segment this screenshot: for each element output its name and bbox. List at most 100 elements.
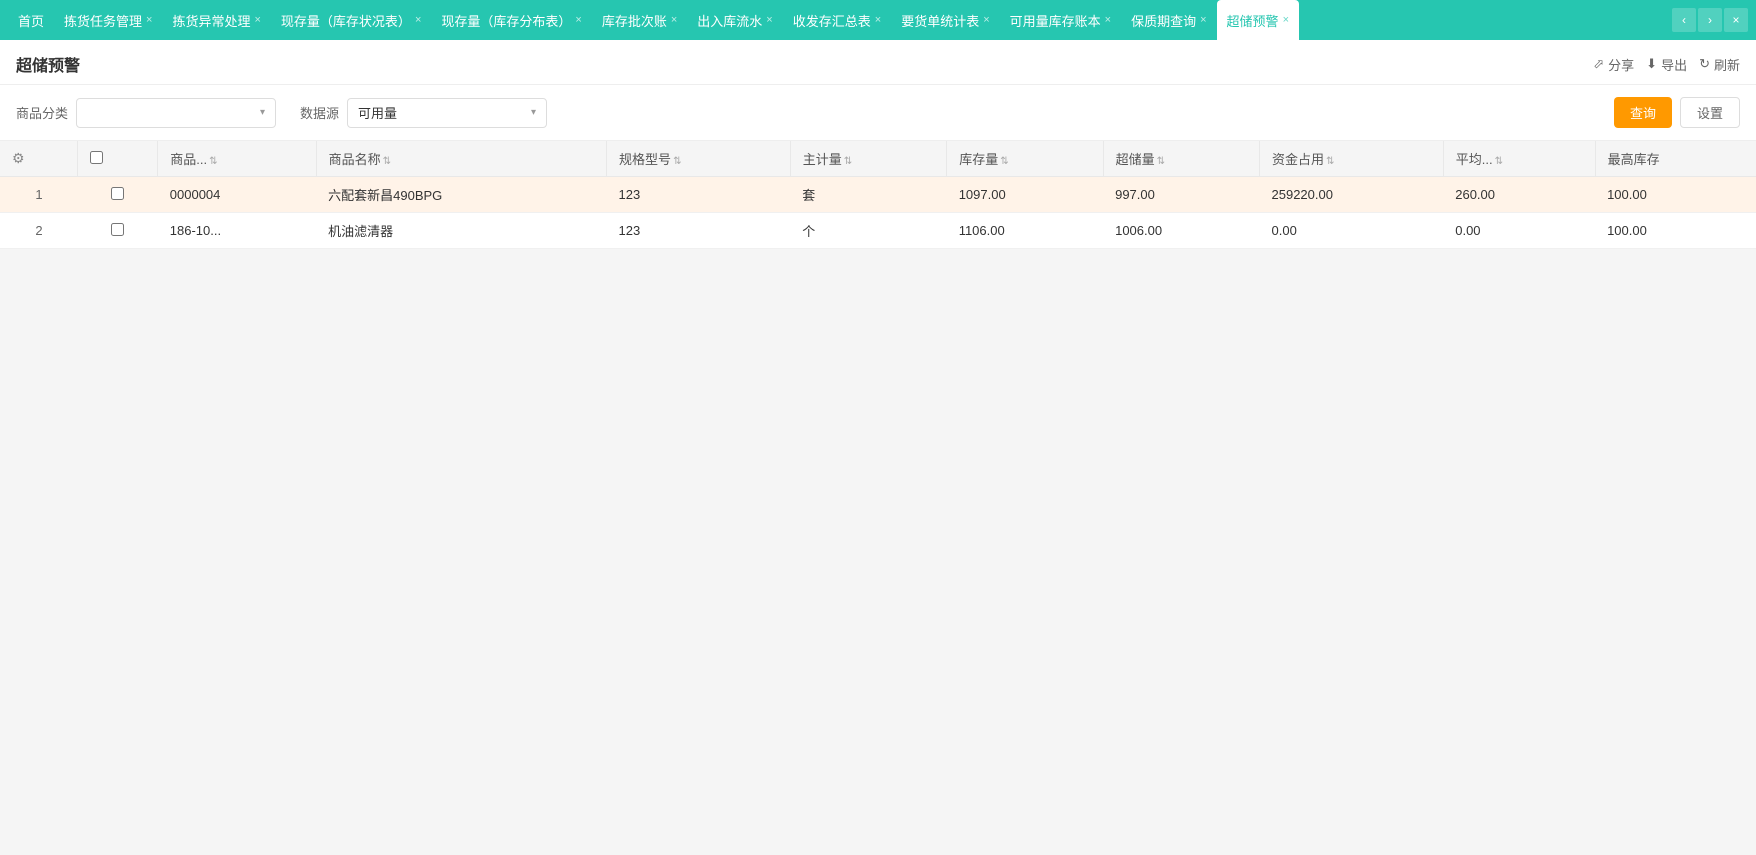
row-checkbox-cell[interactable] bbox=[78, 213, 158, 249]
close-icon[interactable]: × bbox=[766, 14, 772, 26]
datasource-select-value: 可用量 bbox=[358, 103, 397, 122]
nav-stock-dist[interactable]: 现存量（库存分布表） × bbox=[431, 0, 591, 40]
cell-product-name: 六配套新昌490BPG bbox=[316, 177, 606, 213]
col-unit[interactable]: 主计量⇅ bbox=[790, 141, 946, 177]
nav-batch-account[interactable]: 库存批次账 × bbox=[592, 0, 687, 40]
col-settings[interactable]: ⚙ bbox=[0, 141, 78, 177]
close-icon[interactable]: × bbox=[1105, 14, 1111, 26]
nav-available-account[interactable]: 可用量库存账本 × bbox=[1000, 0, 1121, 40]
query-button[interactable]: 查询 bbox=[1614, 97, 1672, 128]
col-product-code[interactable]: 商品...⇅ bbox=[158, 141, 316, 177]
nav-stock-status[interactable]: 现存量（库存状况表） × bbox=[271, 0, 431, 40]
cell-unit: 个 bbox=[790, 213, 946, 249]
sort-icon: ⇅ bbox=[673, 156, 681, 167]
table-header-row: ⚙ 商品...⇅ 商品名称⇅ 规格型号⇅ 主计量⇅ 库存量⇅ 超储量⇅ 资金占用… bbox=[0, 141, 1756, 177]
gear-icon: ⚙ bbox=[12, 150, 25, 166]
col-checkbox bbox=[78, 141, 158, 177]
sort-icon: ⇅ bbox=[1157, 156, 1165, 167]
table-body: 1 0000004 六配套新昌490BPG 123 套 1097.00 997.… bbox=[0, 177, 1756, 249]
sort-icon: ⇅ bbox=[383, 156, 391, 167]
col-avg[interactable]: 平均...⇅ bbox=[1443, 141, 1595, 177]
nav-inout-flow[interactable]: 出入库流水 × bbox=[687, 0, 782, 40]
col-capital[interactable]: 资金占用⇅ bbox=[1260, 141, 1444, 177]
close-icon[interactable]: × bbox=[983, 14, 989, 26]
close-icon[interactable]: × bbox=[415, 14, 421, 26]
top-navigation: 首页 拣货任务管理 × 拣货异常处理 × 现存量（库存状况表） × 现存量（库存… bbox=[0, 0, 1756, 40]
data-table-wrap: ⚙ 商品...⇅ 商品名称⇅ 规格型号⇅ 主计量⇅ 库存量⇅ 超储量⇅ 资金占用… bbox=[0, 141, 1756, 249]
row-checkbox-cell[interactable] bbox=[78, 177, 158, 213]
nav-overstock-warning[interactable]: 超储预警 × bbox=[1217, 0, 1299, 40]
cell-stock: 1097.00 bbox=[947, 177, 1103, 213]
cell-spec: 123 bbox=[607, 177, 791, 213]
nav-more-button[interactable]: × bbox=[1724, 8, 1748, 32]
datasource-select[interactable]: 可用量 ▾ bbox=[347, 98, 547, 128]
nav-arrow-group: ‹ › × bbox=[1672, 8, 1748, 32]
datasource-label: 数据源 bbox=[300, 103, 339, 122]
sort-icon: ⇅ bbox=[1326, 156, 1334, 167]
filter-actions: 查询 设置 bbox=[1614, 97, 1740, 128]
nav-next-button[interactable]: › bbox=[1698, 8, 1722, 32]
nav-quality-check[interactable]: 保质期查询 × bbox=[1121, 0, 1216, 40]
header-actions: ⬀ 分享 ⬇ 导出 ↻ 刷新 bbox=[1593, 55, 1740, 74]
close-icon[interactable]: × bbox=[254, 14, 260, 26]
nav-abnormal[interactable]: 拣货异常处理 × bbox=[162, 0, 270, 40]
cell-product-code: 0000004 bbox=[158, 177, 316, 213]
row-number: 2 bbox=[0, 213, 78, 249]
filter-bar: 商品分类 ▾ 数据源 可用量 ▾ 查询 设置 bbox=[0, 85, 1756, 141]
nav-task-mgmt[interactable]: 拣货任务管理 × bbox=[54, 0, 162, 40]
table-row: 1 0000004 六配套新昌490BPG 123 套 1097.00 997.… bbox=[0, 177, 1756, 213]
col-spec[interactable]: 规格型号⇅ bbox=[607, 141, 791, 177]
cell-max-stock: 100.00 bbox=[1595, 177, 1756, 213]
export-button[interactable]: ⬇ 导出 bbox=[1646, 55, 1687, 74]
data-table: ⚙ 商品...⇅ 商品名称⇅ 规格型号⇅ 主计量⇅ 库存量⇅ 超储量⇅ 资金占用… bbox=[0, 141, 1756, 249]
sort-icon: ⇅ bbox=[844, 156, 852, 167]
share-icon: ⬀ bbox=[1593, 56, 1604, 72]
col-overstock[interactable]: 超储量⇅ bbox=[1103, 141, 1259, 177]
cell-avg: 0.00 bbox=[1443, 213, 1595, 249]
datasource-filter-group: 数据源 可用量 ▾ bbox=[300, 98, 547, 128]
close-icon[interactable]: × bbox=[1200, 14, 1206, 26]
nav-home[interactable]: 首页 bbox=[8, 0, 54, 40]
close-icon[interactable]: × bbox=[671, 14, 677, 26]
refresh-icon: ↻ bbox=[1699, 56, 1710, 72]
refresh-button[interactable]: ↻ 刷新 bbox=[1699, 55, 1740, 74]
nav-receive-summary[interactable]: 收发存汇总表 × bbox=[783, 0, 891, 40]
cell-unit: 套 bbox=[790, 177, 946, 213]
category-select[interactable]: ▾ bbox=[76, 98, 276, 128]
close-icon[interactable]: × bbox=[146, 14, 152, 26]
row-checkbox[interactable] bbox=[111, 187, 124, 200]
cell-overstock: 997.00 bbox=[1103, 177, 1259, 213]
table-row: 2 186-10... 机油滤清器 123 个 1106.00 1006.00 … bbox=[0, 213, 1756, 249]
select-all-checkbox[interactable] bbox=[90, 151, 103, 164]
sort-icon: ⇅ bbox=[1000, 156, 1008, 167]
chevron-down-icon: ▾ bbox=[260, 107, 265, 118]
close-icon[interactable]: × bbox=[575, 14, 581, 26]
nav-prev-button[interactable]: ‹ bbox=[1672, 8, 1696, 32]
cell-capital: 259220.00 bbox=[1260, 177, 1444, 213]
cell-capital: 0.00 bbox=[1260, 213, 1444, 249]
cell-avg: 260.00 bbox=[1443, 177, 1595, 213]
cell-product-name: 机油滤清器 bbox=[316, 213, 606, 249]
col-max-stock: 最高库存 bbox=[1595, 141, 1756, 177]
row-checkbox[interactable] bbox=[111, 223, 124, 236]
cell-max-stock: 100.00 bbox=[1595, 213, 1756, 249]
close-icon[interactable]: × bbox=[1283, 14, 1289, 26]
nav-order-stats[interactable]: 要货单统计表 × bbox=[891, 0, 999, 40]
export-icon: ⬇ bbox=[1646, 56, 1657, 72]
page-title: 超储预警 bbox=[16, 52, 80, 76]
chevron-down-icon: ▾ bbox=[531, 107, 536, 118]
empty-content-area bbox=[0, 249, 1756, 855]
close-icon[interactable]: × bbox=[875, 14, 881, 26]
share-button[interactable]: ⬀ 分享 bbox=[1593, 55, 1634, 74]
cell-stock: 1106.00 bbox=[947, 213, 1103, 249]
page-header: 超储预警 ⬀ 分享 ⬇ 导出 ↻ 刷新 bbox=[0, 40, 1756, 85]
col-stock[interactable]: 库存量⇅ bbox=[947, 141, 1103, 177]
row-number: 1 bbox=[0, 177, 78, 213]
col-product-name[interactable]: 商品名称⇅ bbox=[316, 141, 606, 177]
settings-button[interactable]: 设置 bbox=[1680, 97, 1740, 128]
cell-product-code: 186-10... bbox=[158, 213, 316, 249]
cell-overstock: 1006.00 bbox=[1103, 213, 1259, 249]
sort-icon: ⇅ bbox=[209, 156, 217, 167]
cell-spec: 123 bbox=[607, 213, 791, 249]
sort-icon: ⇅ bbox=[1495, 156, 1503, 167]
